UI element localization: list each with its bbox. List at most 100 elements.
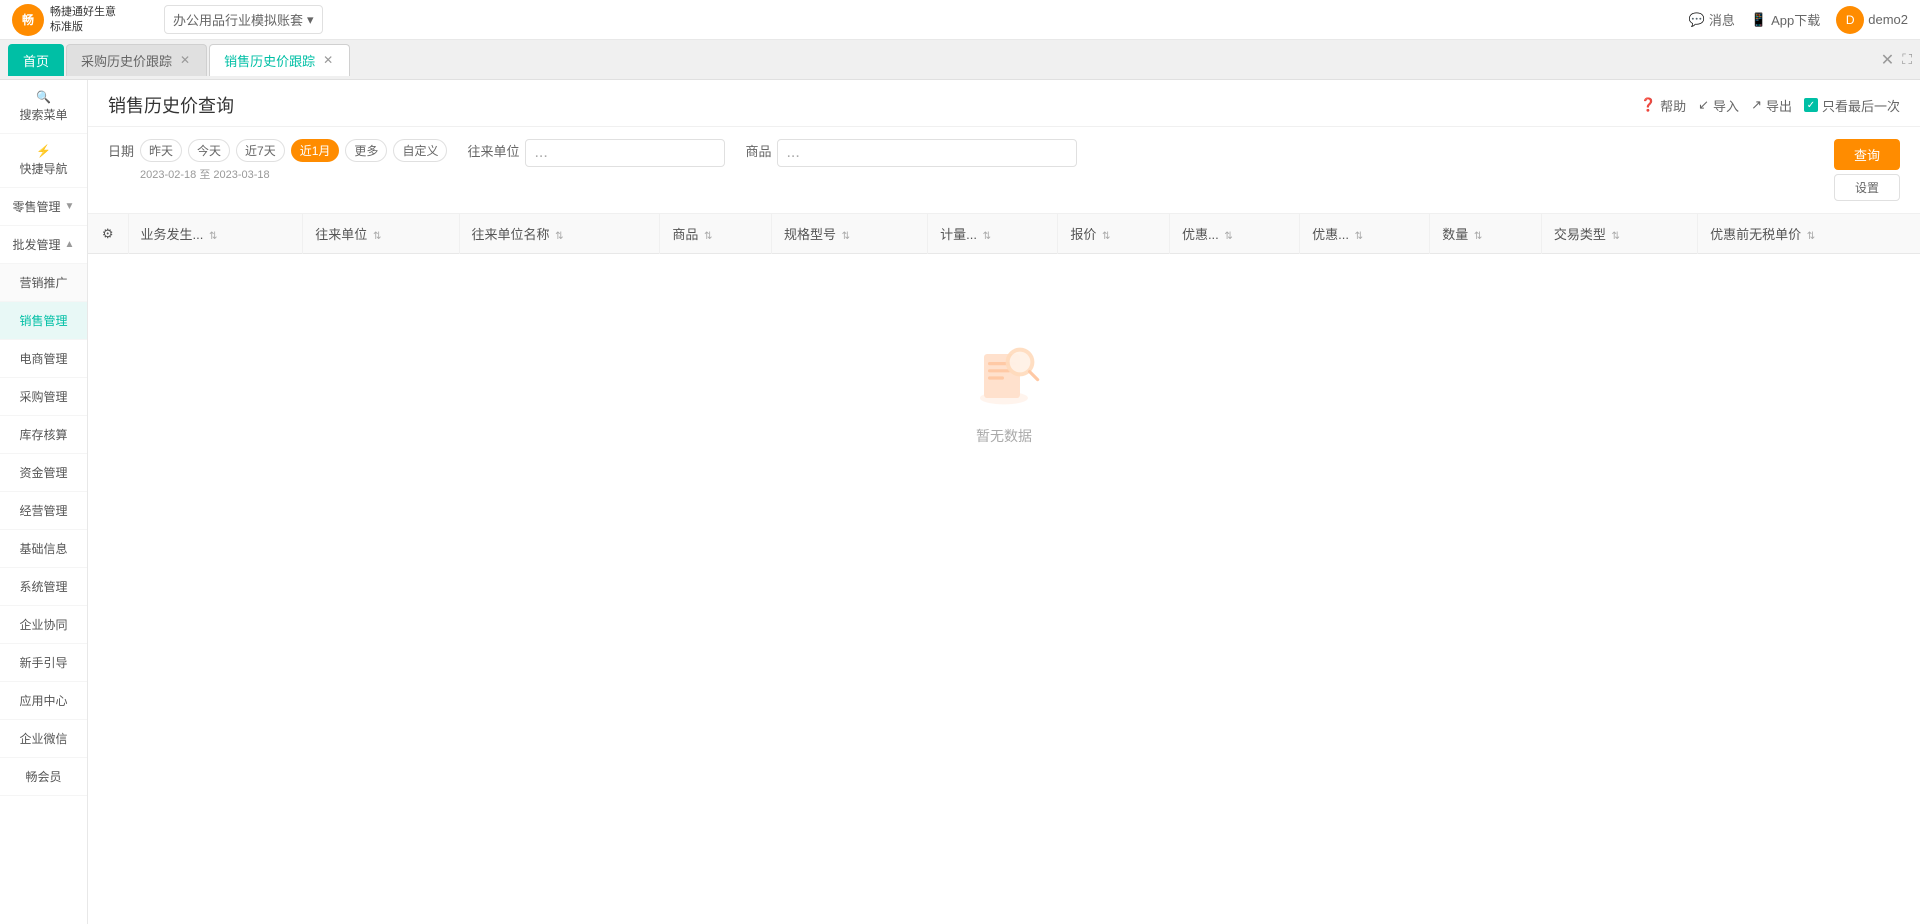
- sidebar-item-marketing[interactable]: 营销推广: [0, 264, 87, 302]
- account-dropdown[interactable]: 办公用品行业模拟账套 ▾: [164, 5, 323, 34]
- sidebar-item-quicknav[interactable]: ⚡ 快捷导航: [0, 134, 87, 188]
- sort-icon: ⇅: [373, 231, 381, 242]
- tab-purchase[interactable]: 采购历史价跟踪 ✕: [66, 44, 207, 76]
- retail-expand-icon: ▼: [65, 201, 75, 212]
- app-download-button[interactable]: 📱 App下载: [1751, 10, 1820, 29]
- sidebar-item-purchase-mgmt[interactable]: 采购管理: [0, 378, 87, 416]
- tab-home[interactable]: 首页: [8, 44, 64, 76]
- user-menu[interactable]: D demo2: [1836, 6, 1908, 34]
- sidebar-item-newguide[interactable]: 新手引导: [0, 644, 87, 682]
- checkbox-icon: ✓: [1804, 98, 1818, 112]
- content-area: 销售历史价查询 ❓ 帮助 ↙ 导入 ↗ 导出 ✓ 只看最后一次: [88, 80, 1920, 924]
- purchase-tab-label: 采购历史价跟踪: [81, 51, 172, 70]
- sales-tab-close[interactable]: ✕: [321, 51, 335, 69]
- sort-icon: ⇅: [1355, 231, 1363, 242]
- date-buttons: 昨天 今天 近7天 近1月 更多 自定义: [140, 139, 447, 162]
- page-title: 销售历史价查询: [108, 92, 234, 118]
- column-spec[interactable]: 规格型号 ⇅: [771, 214, 927, 254]
- column-unit[interactable]: 计量... ⇅: [928, 214, 1058, 254]
- import-button[interactable]: ↙ 导入: [1698, 96, 1739, 115]
- sidebar-item-operations[interactable]: 经营管理: [0, 492, 87, 530]
- goods-label: 商品: [745, 139, 771, 160]
- wholesale-expand-icon: ▲: [65, 239, 75, 250]
- chevron-down-icon: ▾: [307, 12, 314, 28]
- export-button[interactable]: ↗ 导出: [1751, 96, 1792, 115]
- sort-icon: ⇅: [209, 231, 217, 242]
- date-btn-today[interactable]: 今天: [188, 139, 230, 162]
- column-goods[interactable]: 商品 ⇅: [660, 214, 772, 254]
- search-icon: 🔍: [36, 90, 51, 104]
- column-gear[interactable]: ⚙: [88, 214, 128, 254]
- column-quoted-price[interactable]: 报价 ⇅: [1058, 214, 1170, 254]
- message-icon: 💬: [1689, 12, 1705, 28]
- page-header: 销售历史价查询 ❓ 帮助 ↙ 导入 ↗ 导出 ✓ 只看最后一次: [88, 80, 1920, 127]
- table-header-row: ⚙ 业务发生... ⇅ 往来单位 ⇅ 往来单位名称 ⇅: [88, 214, 1920, 254]
- tab-sales[interactable]: 销售历史价跟踪 ✕: [209, 44, 350, 76]
- export-icon: ↗: [1751, 97, 1762, 113]
- empty-text: 暂无数据: [976, 426, 1032, 446]
- date-btn-custom[interactable]: 自定义: [393, 139, 447, 162]
- column-discount2[interactable]: 优惠... ⇅: [1300, 214, 1430, 254]
- only-last-checkbox[interactable]: ✓ 只看最后一次: [1804, 96, 1900, 115]
- sidebar-item-wechat[interactable]: 企业微信: [0, 720, 87, 758]
- sort-icon: ⇅: [1224, 231, 1232, 242]
- help-button[interactable]: ❓ 帮助: [1640, 96, 1686, 115]
- quicknav-icon: ⚡: [36, 144, 51, 158]
- column-pretax-price[interactable]: 优惠前无税单价 ⇅: [1698, 214, 1920, 254]
- date-btn-more[interactable]: 更多: [345, 139, 387, 162]
- filter-area: 日期 昨天 今天 近7天 近1月 更多 自定义 2023-02-18 至 202…: [88, 127, 1920, 214]
- date-filter-item: 日期 昨天 今天 近7天 近1月 更多 自定义 2023-02-18 至 202…: [108, 139, 447, 182]
- sidebar-item-member[interactable]: 畅会员: [0, 758, 87, 796]
- empty-illustration: [964, 334, 1044, 414]
- close-window-icon[interactable]: ✕: [1881, 50, 1894, 70]
- goods-input[interactable]: ...: [777, 139, 1077, 167]
- tab-bar: 首页 采购历史价跟踪 ✕ 销售历史价跟踪 ✕ ✕ ⛶: [0, 40, 1920, 80]
- column-partner-code[interactable]: 往来单位 ⇅: [303, 214, 459, 254]
- header-bar: 畅 畅捷通好生意 标准版 办公用品行业模拟账套 ▾ 💬 消息 📱 App下载 D…: [0, 0, 1920, 40]
- sort-icon: ⇅: [1807, 231, 1815, 242]
- sort-icon: ⇅: [555, 231, 563, 242]
- tab-bar-right: ✕ ⛶: [1881, 50, 1912, 70]
- purchase-tab-close[interactable]: ✕: [178, 51, 192, 69]
- date-label: 日期: [108, 139, 134, 160]
- table-container: ⚙ 业务发生... ⇅ 往来单位 ⇅ 往来单位名称 ⇅: [88, 214, 1920, 924]
- sidebar-item-retail[interactable]: 零售管理 ▼: [0, 188, 87, 226]
- account-label: 办公用品行业模拟账套: [173, 10, 303, 29]
- sidebar-item-ecommerce[interactable]: 电商管理: [0, 340, 87, 378]
- logo-text: 畅捷通好生意 标准版: [50, 5, 116, 34]
- date-btn-yesterday[interactable]: 昨天: [140, 139, 182, 162]
- data-table: ⚙ 业务发生... ⇅ 往来单位 ⇅ 往来单位名称 ⇅: [88, 214, 1920, 254]
- sidebar-item-sales-mgmt[interactable]: 销售管理: [0, 302, 87, 340]
- logo-area: 畅 畅捷通好生意 标准版: [12, 4, 116, 36]
- sales-tab-label: 销售历史价跟踪: [224, 51, 315, 70]
- query-button[interactable]: 查询: [1834, 139, 1900, 170]
- sidebar-item-finance[interactable]: 资金管理: [0, 454, 87, 492]
- sort-icon: ⇅: [1474, 231, 1482, 242]
- sidebar-item-enterprise[interactable]: 企业协同: [0, 606, 87, 644]
- sidebar-item-basicinfo[interactable]: 基础信息: [0, 530, 87, 568]
- column-discount1[interactable]: 优惠... ⇅: [1169, 214, 1299, 254]
- message-button[interactable]: 💬 消息: [1689, 10, 1735, 29]
- sidebar-item-wholesale[interactable]: 批发管理 ▲: [0, 226, 87, 264]
- sidebar: 🔍 搜索菜单 ⚡ 快捷导航 零售管理 ▼ 批发管理 ▲ 营销推广 销售管理 电商…: [0, 80, 88, 924]
- sidebar-item-appcenter[interactable]: 应用中心: [0, 682, 87, 720]
- partner-filter-item: 往来单位 ...: [467, 139, 725, 167]
- sidebar-item-system[interactable]: 系统管理: [0, 568, 87, 606]
- sidebar-item-search[interactable]: 🔍 搜索菜单: [0, 80, 87, 134]
- column-quantity[interactable]: 数量 ⇅: [1430, 214, 1542, 254]
- partner-input[interactable]: ...: [525, 139, 725, 167]
- main-layout: 🔍 搜索菜单 ⚡ 快捷导航 零售管理 ▼ 批发管理 ▲ 营销推广 销售管理 电商…: [0, 80, 1920, 924]
- sort-icon: ⇅: [842, 231, 850, 242]
- import-icon: ↙: [1698, 97, 1709, 113]
- column-trade-type[interactable]: 交易类型 ⇅: [1541, 214, 1697, 254]
- settings-button[interactable]: 设置: [1834, 174, 1900, 201]
- page-actions: ❓ 帮助 ↙ 导入 ↗ 导出 ✓ 只看最后一次: [1640, 96, 1900, 115]
- sidebar-item-inventory[interactable]: 库存核算: [0, 416, 87, 454]
- filter-row: 日期 昨天 今天 近7天 近1月 更多 自定义 2023-02-18 至 202…: [108, 139, 1900, 201]
- column-partner-name[interactable]: 往来单位名称 ⇅: [459, 214, 660, 254]
- maximize-icon[interactable]: ⛶: [1902, 51, 1912, 68]
- column-biz-date[interactable]: 业务发生... ⇅: [128, 214, 303, 254]
- date-btn-1month[interactable]: 近1月: [291, 139, 340, 162]
- partner-label: 往来单位: [467, 139, 519, 160]
- date-btn-7days[interactable]: 近7天: [236, 139, 285, 162]
